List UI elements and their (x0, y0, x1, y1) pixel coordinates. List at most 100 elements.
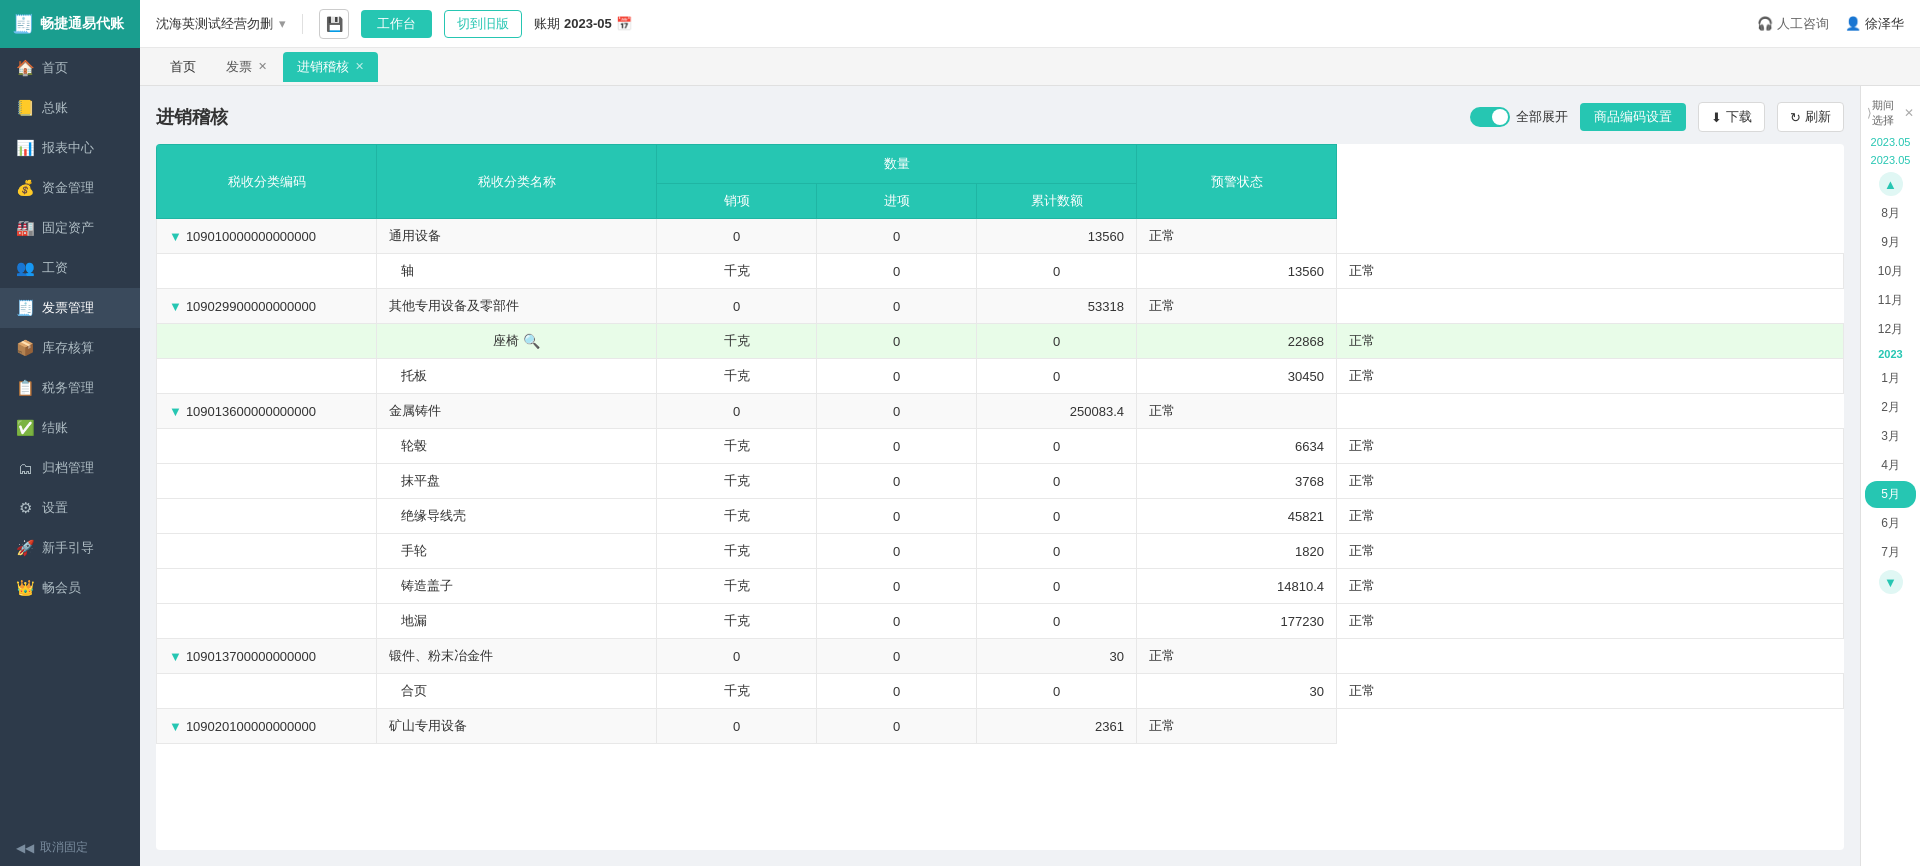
td-total: 250083.4 (977, 394, 1137, 429)
period-6[interactable]: 6月 (1861, 510, 1920, 537)
switch-version-button[interactable]: 切到旧版 (444, 10, 522, 38)
item-name: 座椅 (493, 332, 519, 350)
sidebar-unpin[interactable]: ◀◀ 取消固定 (0, 829, 140, 866)
page-title: 进销稽核 (156, 105, 228, 129)
period-11[interactable]: 11月 (1861, 287, 1920, 314)
td-name: 手轮 (377, 534, 657, 569)
headphone-icon: 🎧 (1757, 16, 1773, 31)
sidebar-item-settings[interactable]: ⚙ 设置 (0, 488, 140, 528)
td-sales: 0 (817, 359, 977, 394)
search-icon[interactable]: 🔍 (523, 333, 540, 349)
sidebar-item-inventory[interactable]: 📦 库存核算 (0, 328, 140, 368)
td-purchase: 0 (977, 499, 1137, 534)
unpin-label: 取消固定 (40, 839, 88, 856)
td-unit: 千克 (657, 359, 817, 394)
td-status: 正常 (1137, 709, 1337, 744)
calendar-icon[interactable]: 📅 (616, 16, 632, 31)
sidebar-item-member[interactable]: 👑 畅会员 (0, 568, 140, 608)
save-button[interactable]: 💾 (319, 9, 349, 39)
tab-reconcile[interactable]: 进销稽核 ✕ (283, 52, 378, 82)
expand-toggle[interactable] (1470, 107, 1510, 127)
refresh-button[interactable]: ↻ 刷新 (1777, 102, 1844, 132)
td-total: 13560 (1137, 254, 1337, 289)
scroll-down-button[interactable]: ▼ (1879, 570, 1903, 594)
refresh-label: 刷新 (1805, 108, 1831, 126)
td-purchase: 0 (977, 569, 1137, 604)
period-1[interactable]: 1月 (1861, 365, 1920, 392)
td-status: 正常 (1137, 639, 1337, 674)
help-button[interactable]: 🎧 人工咨询 (1757, 15, 1829, 33)
help-label: 人工咨询 (1777, 15, 1829, 33)
sidebar-item-tax[interactable]: 📋 税务管理 (0, 368, 140, 408)
sidebar-item-invoice[interactable]: 🧾 发票管理 (0, 288, 140, 328)
sidebar-item-salary[interactable]: 👥 工资 (0, 248, 140, 288)
inventory-icon: 📦 (16, 339, 34, 357)
td-sales: 0 (657, 394, 817, 429)
td-sales: 0 (657, 639, 817, 674)
sidebar-logo: 🧾 畅捷通易代账 (0, 0, 140, 48)
tab-reconcile-close[interactable]: ✕ (355, 60, 364, 73)
sidebar-label: 库存核算 (42, 339, 94, 357)
company-selector[interactable]: 沈海英测试经营勿删 ▾ (156, 15, 286, 33)
period-5[interactable]: 5月 (1865, 481, 1916, 508)
period-9[interactable]: 9月 (1861, 229, 1920, 256)
expand-icon[interactable]: ▼ (169, 229, 182, 244)
td-sales: 0 (817, 254, 977, 289)
td-name: 绝缘导线壳 (377, 499, 657, 534)
period-8[interactable]: 8月 (1861, 200, 1920, 227)
reconcile-table: 税收分类编码 税收分类名称 数量 预警状态 销项 进项 累计数额 (156, 144, 1844, 744)
sidebar-item-ledger[interactable]: 📒 总账 (0, 88, 140, 128)
period-4[interactable]: 4月 (1861, 452, 1920, 479)
tab-invoice-close[interactable]: ✕ (258, 60, 267, 73)
sidebar-item-archive[interactable]: 🗂 归档管理 (0, 448, 140, 488)
td-unit: 千克 (657, 604, 817, 639)
tab-home[interactable]: 首页 (156, 52, 210, 82)
panel-close-icon[interactable]: ✕ (1904, 106, 1914, 120)
pin-icon: ◀◀ (16, 841, 34, 855)
topbar-divider (302, 14, 303, 34)
td-status: 正常 (1337, 569, 1844, 604)
expand-icon[interactable]: ▼ (169, 719, 182, 734)
sidebar-item-assets[interactable]: 🏭 固定资产 (0, 208, 140, 248)
td-status: 正常 (1337, 499, 1844, 534)
user-menu[interactable]: 👤 徐泽华 (1845, 15, 1904, 33)
expand-icon[interactable]: ▼ (169, 404, 182, 419)
download-button[interactable]: ⬇ 下载 (1698, 102, 1765, 132)
td-name: 轴 (377, 254, 657, 289)
td-code (157, 499, 377, 534)
expand-icon[interactable]: ▼ (169, 299, 182, 314)
page-content: 进销稽核 全部展开 商品编码设置 ⬇ 下载 ↻ 刷新 (140, 86, 1860, 866)
sidebar-label: 新手引导 (42, 539, 94, 557)
period-12[interactable]: 12月 (1861, 316, 1920, 343)
assets-icon: 🏭 (16, 219, 34, 237)
td-name: 座椅 🔍 (377, 324, 657, 359)
sidebar-item-reports[interactable]: 📊 报表中心 (0, 128, 140, 168)
period-3[interactable]: 3月 (1861, 423, 1920, 450)
td-purchase: 0 (817, 639, 977, 674)
td-status: 正常 (1337, 464, 1844, 499)
workbench-button[interactable]: 工作台 (361, 10, 432, 38)
scroll-up-button[interactable]: ▲ (1879, 172, 1903, 196)
td-sales: 0 (817, 464, 977, 499)
period-10[interactable]: 10月 (1861, 258, 1920, 285)
tax-icon: 📋 (16, 379, 34, 397)
logo-icon: 🧾 (12, 13, 34, 35)
setting-button[interactable]: 商品编码设置 (1580, 103, 1686, 131)
sidebar-item-home[interactable]: 🏠 首页 (0, 48, 140, 88)
sidebar-item-funds[interactable]: 💰 资金管理 (0, 168, 140, 208)
td-status: 正常 (1337, 254, 1844, 289)
td-purchase: 0 (817, 394, 977, 429)
td-code (157, 534, 377, 569)
td-total: 1820 (1137, 534, 1337, 569)
tab-invoice[interactable]: 发票 ✕ (212, 52, 281, 82)
expand-icon[interactable]: ▼ (169, 649, 182, 664)
td-name: 托板 (377, 359, 657, 394)
period-7[interactable]: 7月 (1861, 539, 1920, 566)
period-2[interactable]: 2月 (1861, 394, 1920, 421)
sidebar-item-guide[interactable]: 🚀 新手引导 (0, 528, 140, 568)
user-avatar-icon: 👤 (1845, 16, 1861, 31)
td-purchase: 0 (977, 429, 1137, 464)
data-table-container: 税收分类编码 税收分类名称 数量 预警状态 销项 进项 累计数额 (156, 144, 1844, 850)
sidebar-item-settlement[interactable]: ✅ 结账 (0, 408, 140, 448)
period-label: 账期 (534, 15, 560, 33)
